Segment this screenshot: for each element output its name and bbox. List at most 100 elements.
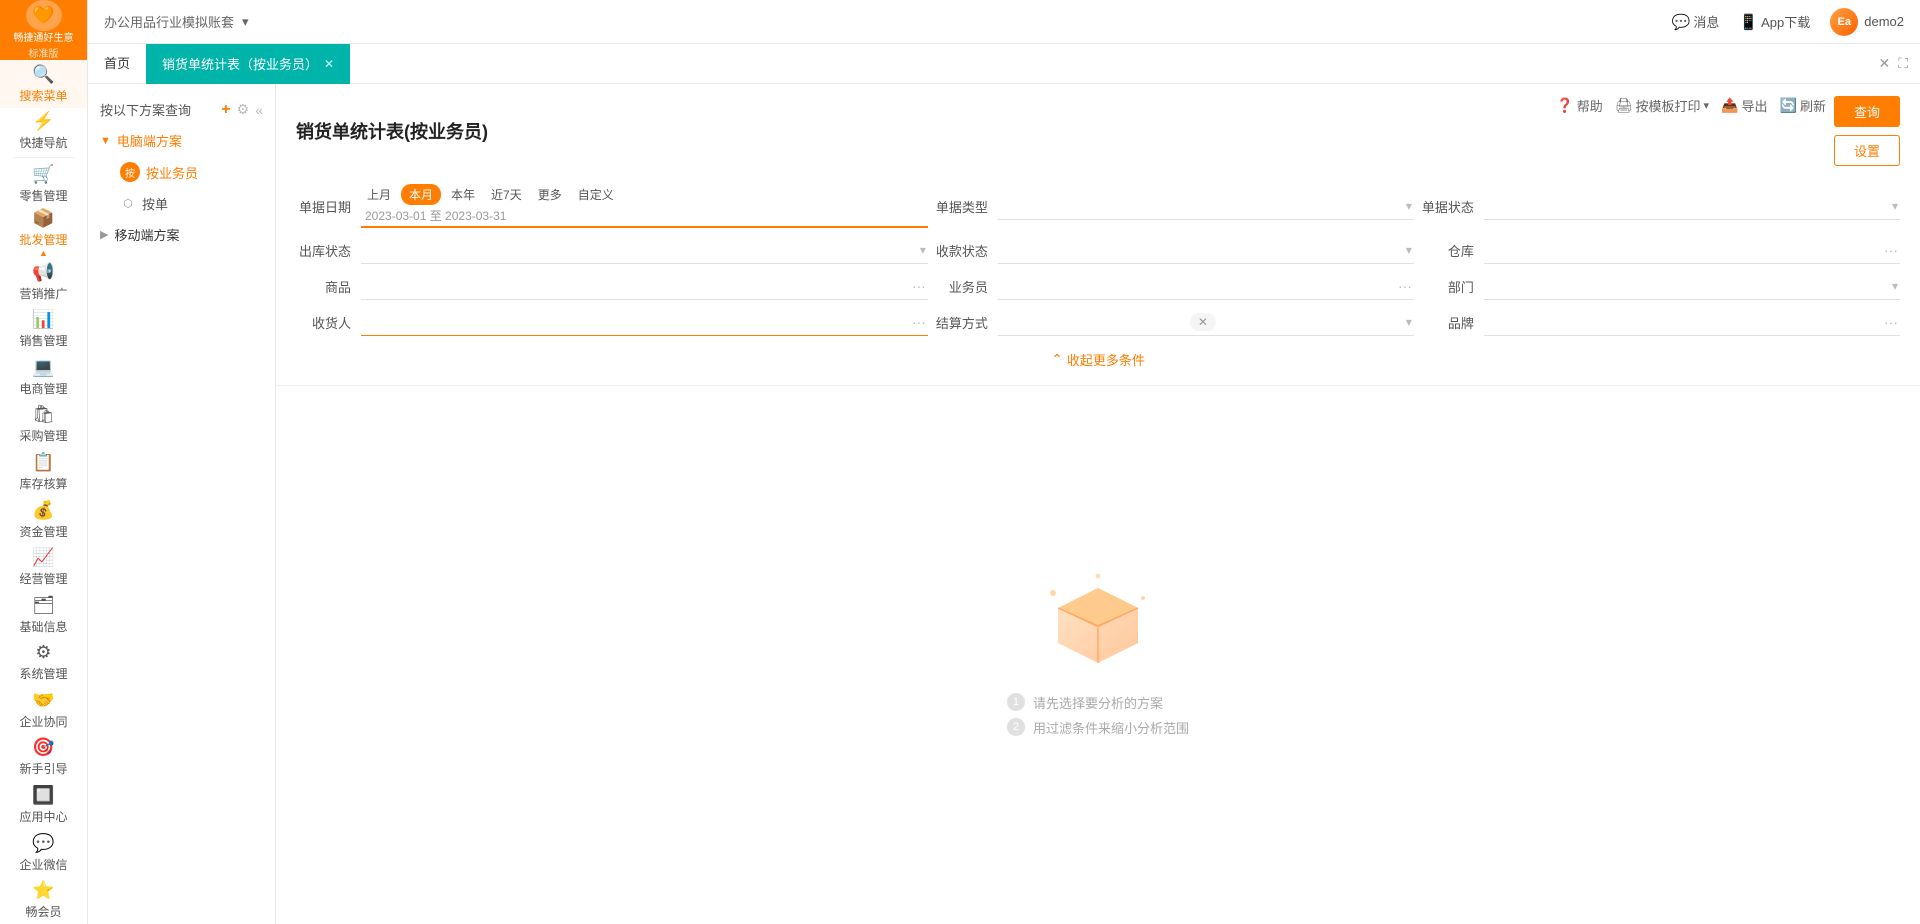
sidebar-item-sales[interactable]: 📊 销售管理 bbox=[0, 305, 88, 353]
sidebar-item-label: 库存核算 bbox=[19, 475, 67, 492]
tree-subitem-byyp[interactable]: 按 按业务员 bbox=[88, 156, 275, 188]
settle-select[interactable]: ✕ ▾ bbox=[998, 308, 1414, 336]
user-menu[interactable]: Ea demo2 bbox=[1830, 8, 1904, 36]
right-content: 销货单统计表(按业务员) ❓ 帮助 🖨 按模板打印 ▾ 📤 bbox=[276, 84, 1920, 924]
sidebar-item-ecommerce[interactable]: 💻 电商管理 bbox=[0, 353, 88, 401]
tree-item-desktop[interactable]: ▼ 电脑端方案 bbox=[88, 125, 275, 156]
export-btn[interactable]: 📤 导出 bbox=[1721, 96, 1767, 115]
sidebar-item-apps[interactable]: 🔲 应用中心 bbox=[0, 781, 88, 829]
paystatus-select[interactable]: ▾ bbox=[998, 236, 1414, 264]
salesperson-input[interactable]: ··· bbox=[998, 272, 1414, 300]
add-scheme-btn[interactable]: + bbox=[221, 101, 230, 119]
date-btn-thisyear[interactable]: 本年 bbox=[445, 185, 481, 204]
tab-home[interactable]: 首页 bbox=[88, 44, 146, 84]
receiver-more-icon[interactable]: ··· bbox=[912, 314, 926, 330]
brand-more-icon[interactable]: ··· bbox=[1884, 314, 1898, 330]
settle-arrow: ▾ bbox=[1406, 315, 1412, 329]
sub-label-byorder: 按单 bbox=[142, 194, 168, 213]
doctype-label: 单据类型 bbox=[928, 197, 998, 216]
print-arrow: ▾ bbox=[1704, 99, 1710, 112]
refresh-btn[interactable]: 🔄 刷新 bbox=[1780, 96, 1826, 115]
sidebar-item-label: 批发管理 bbox=[19, 231, 67, 248]
maximize-icon[interactable]: ⛶ bbox=[1898, 55, 1908, 72]
search-icon: 🔍 bbox=[32, 64, 54, 85]
settle-filter-col: 结算方式 ✕ ▾ bbox=[928, 308, 1414, 336]
msg-btn[interactable]: 💬 消息 bbox=[1672, 12, 1720, 31]
app-download-btn[interactable]: 📱 App下载 bbox=[1739, 12, 1810, 31]
sidebar-item-enterprise[interactable]: 🤝 企业协同 bbox=[0, 686, 88, 734]
avatar-initials: Ea bbox=[1838, 16, 1851, 28]
collapse-panel-btn[interactable]: « bbox=[255, 102, 263, 118]
clear-x-btn[interactable]: ✕ bbox=[1198, 315, 1208, 329]
print-btn[interactable]: 🖨 按模板打印 ▾ bbox=[1615, 96, 1709, 115]
date-btn-lastmonth[interactable]: 上月 bbox=[361, 185, 397, 204]
sidebar-item-label: 经营管理 bbox=[19, 570, 67, 587]
settle-clear-tag: ✕ bbox=[1190, 313, 1216, 331]
date-btn-more[interactable]: 更多 bbox=[532, 185, 568, 204]
date-btn-7days[interactable]: 近7天 bbox=[485, 185, 528, 204]
sidebar-item-wholesale[interactable]: 📦 批发管理 ▲ bbox=[0, 208, 88, 258]
scheme-settings-btn[interactable]: ⚙ bbox=[237, 101, 250, 118]
tab-bar: 首页 销货单统计表（按业务员） ✕ ✕ ⛶ bbox=[88, 44, 1920, 84]
goods-input[interactable]: ··· bbox=[361, 272, 928, 300]
sidebar-item-inventory[interactable]: 📋 库存核算 bbox=[0, 448, 88, 496]
empty-illustration bbox=[1038, 568, 1158, 671]
vip-icon: ⭐ bbox=[32, 880, 54, 901]
sidebar-item-system[interactable]: ⚙ 系统管理 bbox=[0, 638, 88, 686]
tab-close-btn[interactable]: ✕ bbox=[324, 57, 334, 71]
shipstatus-select[interactable]: ▾ bbox=[361, 236, 928, 264]
operations-icon: 📈 bbox=[32, 547, 54, 568]
query-btn-group: 查询 设置 bbox=[1834, 96, 1900, 166]
logo-subtext: 标准版 bbox=[29, 45, 59, 60]
receiver-label: 收货人 bbox=[296, 313, 361, 332]
print-icon: 🖨 bbox=[1615, 97, 1633, 114]
warehouse-more-icon[interactable]: ··· bbox=[1884, 242, 1898, 258]
date-btn-custom[interactable]: 自定义 bbox=[572, 185, 620, 204]
goods-more-icon[interactable]: ··· bbox=[912, 278, 926, 294]
query-button[interactable]: 查询 bbox=[1834, 96, 1900, 127]
sidebar-item-operations[interactable]: 📈 经营管理 bbox=[0, 543, 88, 591]
sidebar-item-vip[interactable]: ⭐ 畅会员 bbox=[0, 876, 88, 924]
close-window-icon[interactable]: ✕ bbox=[1878, 55, 1890, 72]
empty-steps: 1 请先选择要分析的方案 2 用过滤条件来缩小分析范围 bbox=[1007, 687, 1189, 743]
setting-button[interactable]: 设置 bbox=[1834, 135, 1900, 166]
sidebar-item-purchase[interactable]: 🛍 采购管理 bbox=[0, 401, 88, 449]
step-1-text: 请先选择要分析的方案 bbox=[1033, 693, 1163, 712]
empty-illustration-svg bbox=[1038, 568, 1158, 668]
report-tab-label: 销货单统计表（按业务员） bbox=[162, 54, 318, 73]
sidebar-item-wecom[interactable]: 💬 企业微信 bbox=[0, 829, 88, 877]
collapse-btn[interactable]: ⌃ 收起更多条件 bbox=[296, 344, 1900, 375]
collapse-arrow-icon: ⌃ bbox=[1051, 351, 1063, 368]
help-btn[interactable]: ❓ 帮助 bbox=[1556, 96, 1602, 115]
brand-filter-col: 品牌 ··· bbox=[1414, 308, 1900, 336]
retail-icon: 🛒 bbox=[32, 164, 54, 185]
docstatus-filter-col: 单据状态 ▾ bbox=[1414, 192, 1900, 220]
sidebar-item-marketing[interactable]: 📢 营销推广 bbox=[0, 258, 88, 306]
doctype-filter-col: 单据类型 ▾ bbox=[928, 192, 1414, 220]
dept-select[interactable]: ▾ bbox=[1484, 272, 1900, 300]
docstatus-select[interactable]: ▾ bbox=[1484, 192, 1900, 220]
logo-text: 畅捷通好生意 bbox=[14, 33, 74, 45]
tree-subitem-byorder[interactable]: ⬡ 按单 bbox=[88, 188, 275, 219]
refresh-icon: 🔄 bbox=[1780, 97, 1797, 114]
receiver-input[interactable]: ··· bbox=[361, 308, 928, 336]
date-btn-thismonth[interactable]: 本月 bbox=[401, 184, 441, 205]
salesperson-more-icon[interactable]: ··· bbox=[1398, 278, 1412, 294]
sidebar-item-basic[interactable]: 🗂 基础信息 bbox=[0, 591, 88, 639]
brand-input[interactable]: ··· bbox=[1484, 308, 1900, 336]
sidebar-item-finance[interactable]: 💰 资金管理 bbox=[0, 496, 88, 544]
warehouse-input[interactable]: ··· bbox=[1484, 236, 1900, 264]
dept-label: 部门 bbox=[1414, 277, 1484, 296]
tree-item-mobile[interactable]: ▶ 移动端方案 bbox=[88, 219, 275, 250]
sidebar-item-quicknav[interactable]: ⚡ 快捷导航 bbox=[0, 108, 88, 156]
tree-label-desktop: 电脑端方案 bbox=[117, 131, 182, 150]
sidebar-item-search[interactable]: 🔍 搜索菜单 bbox=[0, 60, 88, 108]
tab-report[interactable]: 销货单统计表（按业务员） ✕ bbox=[146, 44, 350, 84]
paystatus-arrow: ▾ bbox=[1406, 243, 1412, 257]
date-filter-col: 单据日期 上月 本月 本年 近7天 更多 自定义 2023-03-01 至 20… bbox=[296, 184, 928, 228]
doctype-select[interactable]: ▾ bbox=[998, 192, 1414, 220]
sidebar-item-newuser[interactable]: 🎯 新手引导 bbox=[0, 734, 88, 782]
shipstatus-filter-col: 出库状态 ▾ bbox=[296, 236, 928, 264]
sidebar-item-retail[interactable]: 🛒 零售管理 bbox=[0, 160, 88, 208]
shipstatus-label: 出库状态 bbox=[296, 241, 361, 260]
